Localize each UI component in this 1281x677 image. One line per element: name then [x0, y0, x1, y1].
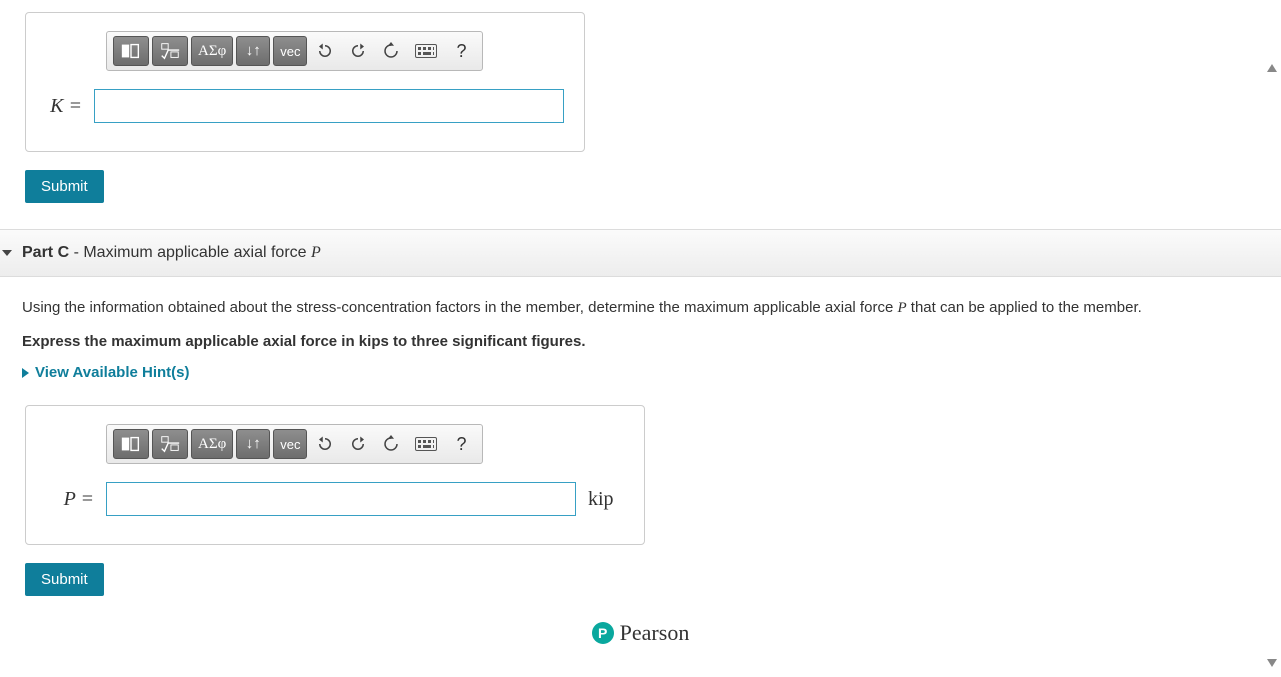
- fraction-root-button[interactable]: [152, 36, 188, 66]
- reset-button[interactable]: [376, 36, 406, 66]
- keyboard-icon: [415, 437, 437, 451]
- input-row-p: P = kip: [46, 482, 624, 516]
- sub-sup-button[interactable]: ↓↑: [236, 429, 270, 459]
- scrollbar-down-icon[interactable]: [1265, 655, 1279, 669]
- submit-button-k[interactable]: Submit: [25, 170, 104, 203]
- part-label: Part C: [22, 244, 69, 261]
- pearson-logo-icon: P: [592, 622, 614, 644]
- scrollbar-up-icon[interactable]: [1265, 60, 1279, 90]
- pearson-brand: P Pearson: [592, 620, 690, 646]
- vector-button[interactable]: vec: [273, 36, 307, 66]
- part-c-header[interactable]: Part C - Maximum applicable axial force …: [0, 229, 1281, 277]
- fraction-root-button[interactable]: [152, 429, 188, 459]
- answer-input-p[interactable]: [106, 482, 576, 516]
- pearson-text: Pearson: [620, 620, 690, 646]
- greek-letters-button[interactable]: ΑΣφ: [191, 429, 233, 459]
- variable-label-k: K =: [46, 95, 82, 118]
- help-button[interactable]: ?: [446, 429, 476, 459]
- variable-label-p: P =: [46, 488, 94, 511]
- answer-input-k[interactable]: [94, 89, 564, 123]
- keyboard-button[interactable]: [409, 36, 443, 66]
- answer-box-k: ΑΣφ ↓↑ vec ? K =: [25, 12, 585, 152]
- redo-button[interactable]: [343, 36, 373, 66]
- equation-toolbar: ΑΣφ ↓↑ vec ?: [106, 424, 483, 464]
- undo-button[interactable]: [310, 36, 340, 66]
- equation-toolbar: ΑΣφ ↓↑ vec ?: [106, 31, 483, 71]
- part-c-prompt: Using the information obtained about the…: [0, 277, 1281, 325]
- footer: P Pearson: [0, 614, 1281, 646]
- redo-button[interactable]: [343, 429, 373, 459]
- keyboard-button[interactable]: [409, 429, 443, 459]
- unit-label: kip: [588, 488, 614, 511]
- input-row-k: K =: [46, 89, 564, 123]
- keyboard-icon: [415, 44, 437, 58]
- expand-icon: [22, 368, 29, 378]
- submit-button-p[interactable]: Submit: [25, 563, 104, 596]
- templates-button[interactable]: [113, 429, 149, 459]
- undo-button[interactable]: [310, 429, 340, 459]
- vector-button[interactable]: vec: [273, 429, 307, 459]
- collapse-icon: [2, 250, 12, 256]
- reset-button[interactable]: [376, 429, 406, 459]
- sub-sup-button[interactable]: ↓↑: [236, 36, 270, 66]
- help-button[interactable]: ?: [446, 36, 476, 66]
- templates-button[interactable]: [113, 36, 149, 66]
- express-instruction: Express the maximum applicable axial for…: [0, 325, 1281, 360]
- answer-box-p: ΑΣφ ↓↑ vec ? P = kip: [25, 405, 645, 545]
- greek-letters-button[interactable]: ΑΣφ: [191, 36, 233, 66]
- view-hints-link[interactable]: View Available Hint(s): [0, 360, 1281, 393]
